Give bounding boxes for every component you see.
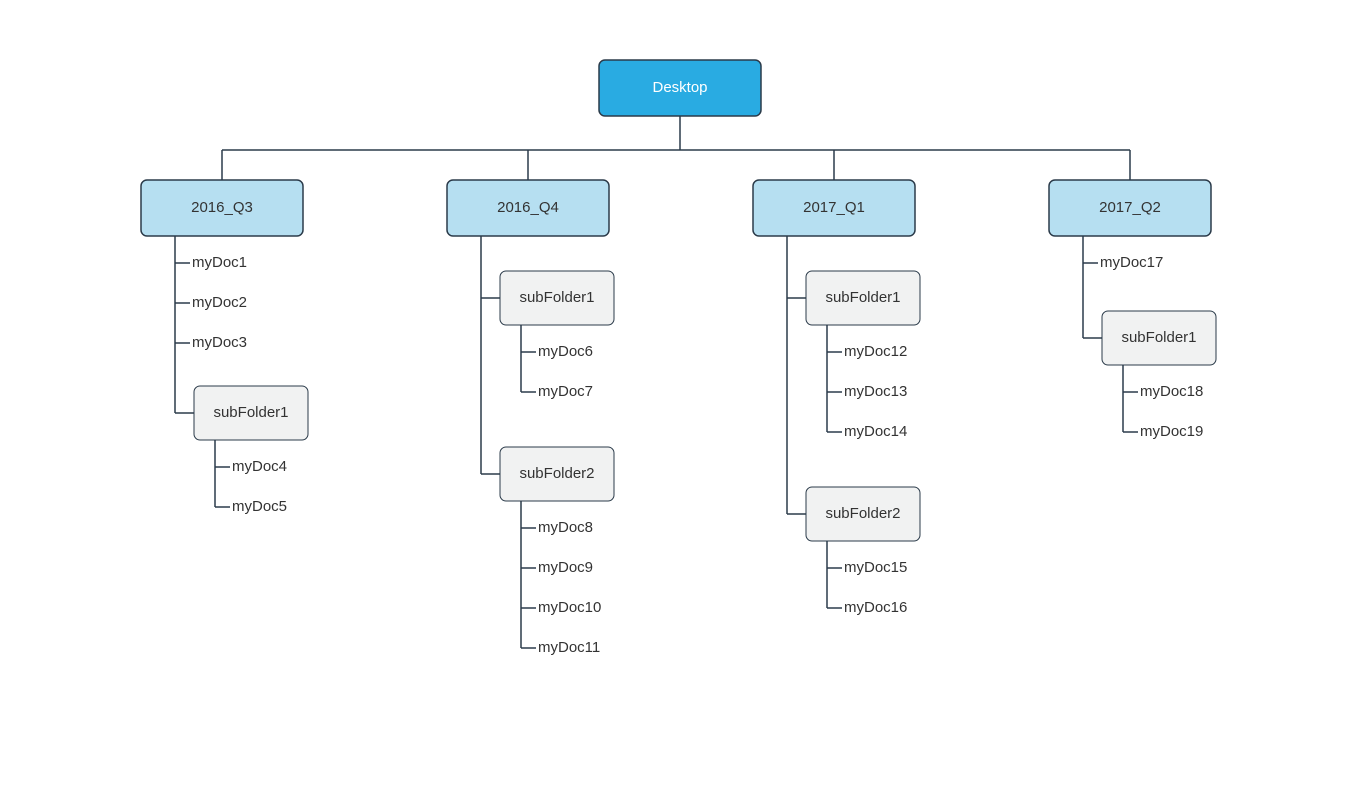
subfolder-node: subFolder1 — [806, 271, 920, 325]
doc-label: myDoc13 — [844, 383, 907, 400]
subfolder-label: subFolder1 — [825, 289, 900, 306]
doc-label: myDoc2 — [192, 294, 247, 311]
subfolder-node: subFolder1 — [1102, 311, 1216, 365]
doc-label: myDoc12 — [844, 343, 907, 360]
subfolder-label: subFolder2 — [825, 505, 900, 522]
doc-label: myDoc6 — [538, 343, 593, 360]
doc-label: myDoc18 — [1140, 383, 1203, 400]
doc-label: myDoc14 — [844, 423, 907, 440]
doc-label: myDoc3 — [192, 334, 247, 351]
doc-label: myDoc9 — [538, 559, 593, 576]
subfolder-label: subFolder1 — [213, 404, 288, 421]
folder-node: 2016_Q3 — [141, 180, 303, 236]
folder-label: 2016_Q4 — [497, 199, 559, 216]
folder-label: 2017_Q1 — [803, 199, 865, 216]
doc-label: myDoc7 — [538, 383, 593, 400]
subfolder-node: subFolder1 — [500, 271, 614, 325]
subfolder-node: subFolder1 — [194, 386, 308, 440]
org-tree-diagram: Desktop 2016_Q3 myDoc1 myDoc2 myDoc3 sub… — [0, 0, 1360, 800]
folder-label: 2017_Q2 — [1099, 199, 1161, 216]
folder-node: 2017_Q1 — [753, 180, 915, 236]
doc-label: myDoc17 — [1100, 254, 1163, 271]
folder-node: 2016_Q4 — [447, 180, 609, 236]
subfolder-label: subFolder1 — [519, 289, 594, 306]
doc-label: myDoc4 — [232, 458, 287, 475]
doc-label: myDoc11 — [538, 639, 600, 656]
doc-label: myDoc5 — [232, 498, 287, 515]
root-node: Desktop — [599, 60, 761, 116]
doc-label: myDoc15 — [844, 559, 907, 576]
folder-label: 2016_Q3 — [191, 199, 253, 216]
subfolder-node: subFolder2 — [500, 447, 614, 501]
doc-label: myDoc8 — [538, 519, 593, 536]
doc-label: myDoc1 — [192, 254, 247, 271]
subfolder-label: subFolder1 — [1121, 329, 1196, 346]
doc-label: myDoc16 — [844, 599, 907, 616]
doc-label: myDoc19 — [1140, 423, 1203, 440]
folder-node: 2017_Q2 — [1049, 180, 1211, 236]
root-label: Desktop — [652, 79, 707, 96]
doc-label: myDoc10 — [538, 599, 601, 616]
subfolder-node: subFolder2 — [806, 487, 920, 541]
subfolder-label: subFolder2 — [519, 465, 594, 482]
